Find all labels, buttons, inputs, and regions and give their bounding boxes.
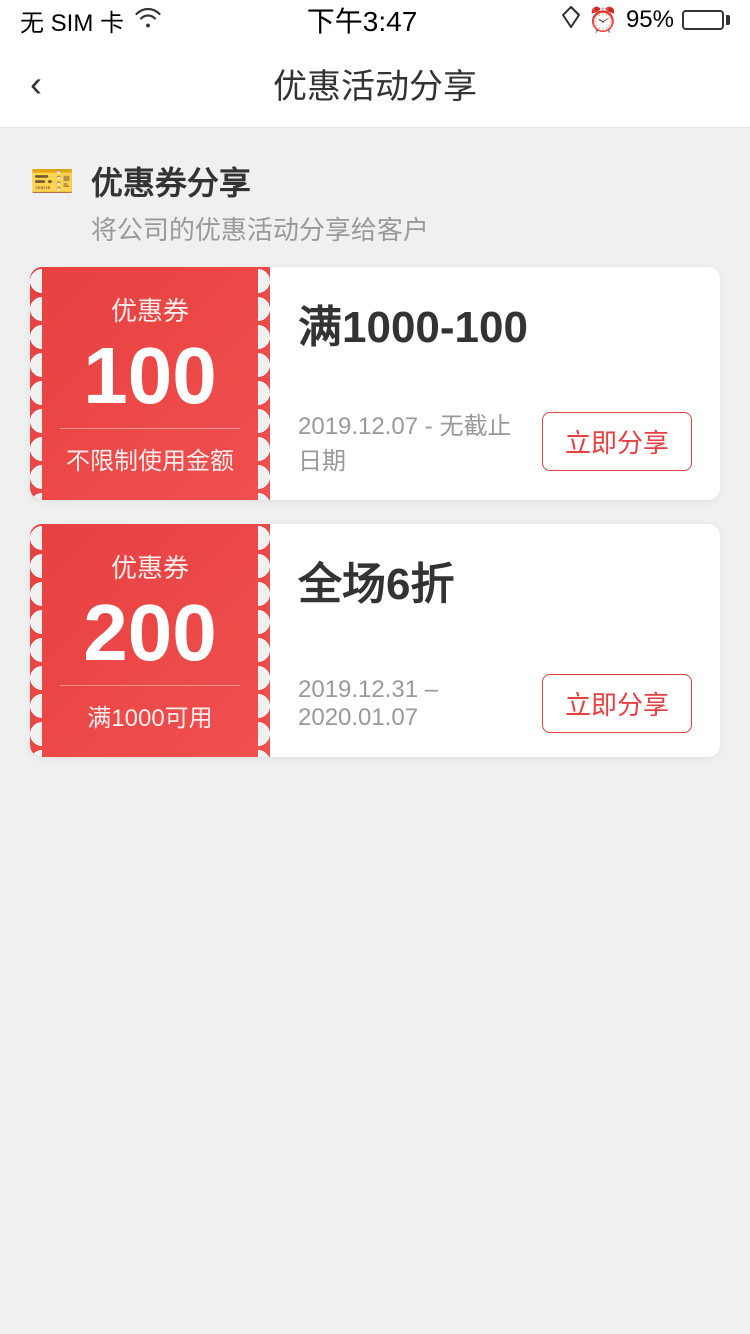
battery-percent: 95%: [626, 6, 674, 34]
time-display: 下午3:47: [307, 0, 418, 40]
coupon-condition-1: 不限制使用金额: [66, 441, 234, 476]
battery-icon: [682, 10, 730, 30]
status-right: ⏰ 95%: [562, 6, 730, 35]
coupon-card-2: 优惠券 200 满1000可用 全场6折 2019.12.31 – 2020.0…: [30, 524, 720, 757]
coupon-left-1: 优惠券 100 不限制使用金额: [30, 267, 270, 500]
alarm-icon: ⏰: [588, 6, 618, 35]
coupon-section-icon: 🎫: [30, 160, 75, 202]
section-title: 优惠券分享: [91, 158, 429, 204]
nav-bar: ‹ 优惠活动分享: [0, 40, 750, 128]
coupon-date-2: 2019.12.31 – 2020.01.07: [298, 676, 526, 732]
section-header: 🎫 优惠券分享 将公司的优惠活动分享给客户: [0, 128, 750, 267]
section-text: 优惠券分享 将公司的优惠活动分享给客户: [91, 158, 429, 247]
coupon-divider-2: [60, 685, 240, 686]
coupon-right-1: 满1000-100 2019.12.07 - 无截止日期 立即分享: [270, 267, 720, 500]
coupon-right-2: 全场6折 2019.12.31 – 2020.01.07 立即分享: [270, 524, 720, 757]
coupon-label-1: 优惠券: [111, 291, 189, 328]
coupon-label-2: 优惠券: [111, 548, 189, 585]
share-button-2[interactable]: 立即分享: [542, 674, 692, 733]
status-left: 无 SIM 卡: [20, 3, 162, 38]
coupon-date-1: 2019.12.07 - 无截止日期: [298, 406, 526, 476]
location-icon: [562, 6, 580, 35]
carrier-text: 无 SIM 卡: [20, 3, 124, 38]
empty-area: [0, 781, 750, 1321]
coupon-bottom-2: 2019.12.31 – 2020.01.07 立即分享: [298, 674, 692, 733]
section-subtitle: 将公司的优惠活动分享给客户: [91, 210, 429, 247]
coupon-bottom-1: 2019.12.07 - 无截止日期 立即分享: [298, 406, 692, 476]
share-button-1[interactable]: 立即分享: [542, 412, 692, 471]
back-button[interactable]: ‹: [30, 63, 42, 105]
coupon-condition-2: 满1000可用: [87, 698, 212, 733]
coupon-list: 优惠券 100 不限制使用金额 满1000-100 2019.12.07 - 无…: [0, 267, 750, 757]
coupon-divider-1: [60, 428, 240, 429]
coupon-left-2: 优惠券 200 满1000可用: [30, 524, 270, 757]
status-bar: 无 SIM 卡 下午3:47 ⏰ 95%: [0, 0, 750, 40]
coupon-name-2: 全场6折: [298, 548, 692, 612]
coupon-amount-2: 200: [83, 593, 216, 673]
coupon-name-1: 满1000-100: [298, 291, 692, 355]
coupon-amount-1: 100: [83, 336, 216, 416]
page-title: 优惠活动分享: [273, 59, 477, 108]
coupon-card-1: 优惠券 100 不限制使用金额 满1000-100 2019.12.07 - 无…: [30, 267, 720, 500]
wifi-icon: [134, 6, 162, 35]
